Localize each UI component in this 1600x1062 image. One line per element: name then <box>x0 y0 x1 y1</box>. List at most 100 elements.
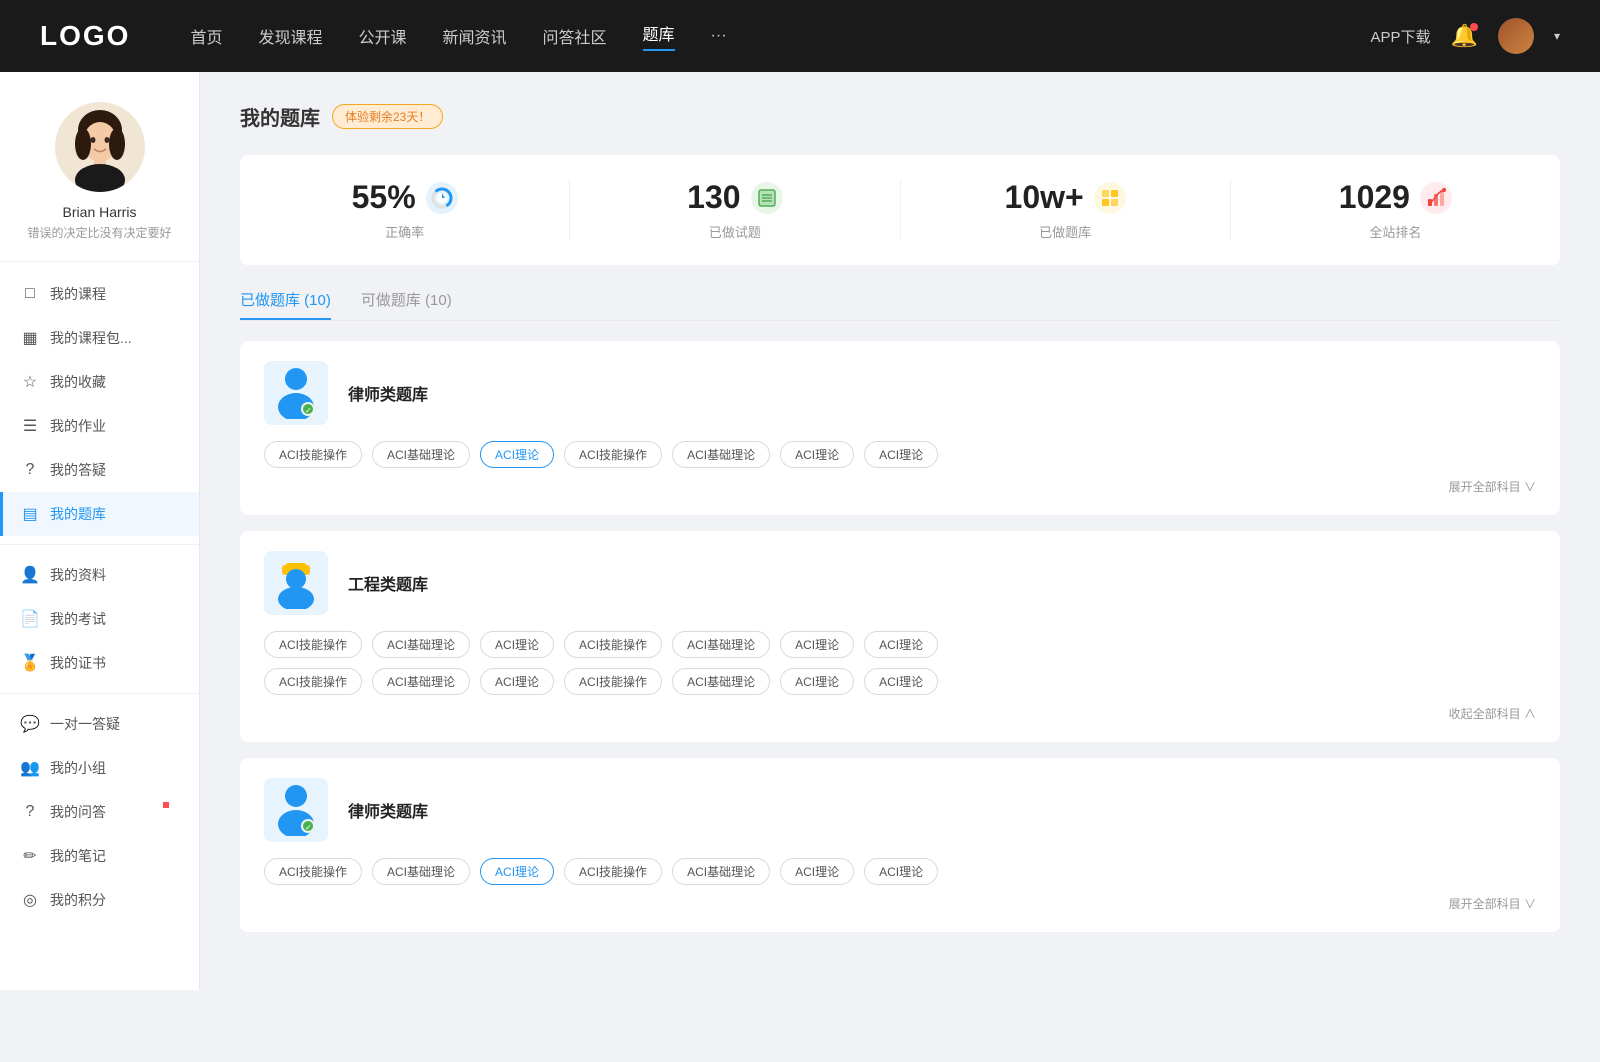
stat-done-questions: 130 已做试题 <box>570 179 900 241</box>
sidebar-item-favorites[interactable]: ☆ 我的收藏 <box>0 360 199 404</box>
tag-3-6[interactable]: ACI理论 <box>864 858 938 885</box>
profile-icon: 👤 <box>20 565 40 585</box>
tag-1-4[interactable]: ACI基础理论 <box>672 441 770 468</box>
tag-2b-5[interactable]: ACI理论 <box>780 668 854 695</box>
nav-home[interactable]: 首页 <box>190 24 222 48</box>
tag-1-2[interactable]: ACI理论 <box>480 441 554 468</box>
sidebar-item-qbank[interactable]: ▤ 我的题库 <box>0 492 199 536</box>
sidebar-item-tutor[interactable]: 💬 一对一答疑 <box>0 702 199 746</box>
pie-chart-icon <box>431 187 453 209</box>
stat-top-banks: 10w+ <box>1005 179 1126 216</box>
exam-icon: 📄 <box>20 609 40 629</box>
sidebar-item-certificate[interactable]: 🏅 我的证书 <box>0 641 199 685</box>
notification-dot <box>1470 23 1478 31</box>
tag-2a-3[interactable]: ACI技能操作 <box>564 631 662 658</box>
list-icon <box>756 187 778 209</box>
avatar[interactable] <box>1498 18 1534 54</box>
stat-top-accuracy: 55% <box>352 179 458 216</box>
nav-more[interactable]: ··· <box>711 27 727 45</box>
qa-icon: ? <box>20 461 40 479</box>
tutor-icon: 💬 <box>20 714 40 734</box>
sidebar-item-notes[interactable]: ✏ 我的笔记 <box>0 834 199 878</box>
stat-rank-label: 全站排名 <box>1369 222 1421 241</box>
chevron-down-icon[interactable]: ▾ <box>1554 29 1560 43</box>
trial-badge: 体验剩余23天！ <box>332 104 443 129</box>
stat-accuracy: 55% 正确率 <box>240 179 570 241</box>
tag-1-1[interactable]: ACI基础理论 <box>372 441 470 468</box>
qbank-card-3: ✓ 律师类题库 ACI技能操作 ACI基础理论 ACI理论 ACI技能操作 AC… <box>240 758 1560 932</box>
qbank-icon: ▤ <box>20 504 40 524</box>
profile-motto: 错误的决定比没有决定要好 <box>17 224 181 241</box>
tag-2b-2[interactable]: ACI理论 <box>480 668 554 695</box>
accuracy-icon <box>426 182 458 214</box>
tag-3-1[interactable]: ACI基础理论 <box>372 858 470 885</box>
svg-text:✓: ✓ <box>305 406 312 415</box>
tag-2b-0[interactable]: ACI技能操作 <box>264 668 362 695</box>
stat-banks-label: 已做题库 <box>1039 222 1091 241</box>
tag-3-5[interactable]: ACI理论 <box>780 858 854 885</box>
tags-row-1: ACI技能操作 ACI基础理论 ACI理论 ACI技能操作 ACI基础理论 AC… <box>264 441 1536 468</box>
stat-done-label: 已做试题 <box>709 222 761 241</box>
sidebar-item-my-questions[interactable]: ? 我的问答 <box>0 790 199 834</box>
nav-news[interactable]: 新闻资讯 <box>443 24 507 48</box>
tag-2a-6[interactable]: ACI理论 <box>864 631 938 658</box>
tag-2b-6[interactable]: ACI理论 <box>864 668 938 695</box>
nav-qa[interactable]: 问答社区 <box>543 24 607 48</box>
tags-row-2a: ACI技能操作 ACI基础理论 ACI理论 ACI技能操作 ACI基础理论 AC… <box>264 631 1536 658</box>
stats-bar: 55% 正确率 130 <box>240 155 1560 265</box>
banks-icon <box>1094 182 1126 214</box>
tag-2a-2[interactable]: ACI理论 <box>480 631 554 658</box>
tab-done[interactable]: 已做题库 (10) <box>240 289 331 320</box>
page-title: 我的题库 <box>240 102 320 131</box>
expand-link-3[interactable]: 展开全部科目 ∨ <box>264 895 1536 912</box>
tag-2b-4[interactable]: ACI基础理论 <box>672 668 770 695</box>
sidebar-item-qa[interactable]: ? 我的答疑 <box>0 448 199 492</box>
points-icon: ◎ <box>20 890 40 910</box>
profile-section: Brian Harris 错误的决定比没有决定要好 <box>0 102 199 262</box>
homework-icon: ☰ <box>20 416 40 436</box>
sidebar-item-exam[interactable]: 📄 我的考试 <box>0 597 199 641</box>
sidebar-item-group[interactable]: 👥 我的小组 <box>0 746 199 790</box>
tag-2b-1[interactable]: ACI基础理论 <box>372 668 470 695</box>
questions-icon: ? <box>20 803 40 821</box>
sidebar: Brian Harris 错误的决定比没有决定要好 □ 我的课程 ▦ 我的课程包… <box>0 72 200 990</box>
tag-2a-0[interactable]: ACI技能操作 <box>264 631 362 658</box>
tag-1-0[interactable]: ACI技能操作 <box>264 441 362 468</box>
stat-done-value: 130 <box>687 179 740 216</box>
tag-3-4[interactable]: ACI基础理论 <box>672 858 770 885</box>
sidebar-item-points[interactable]: ◎ 我的积分 <box>0 878 199 922</box>
bar-chart-icon <box>1425 187 1447 209</box>
stat-rank-value: 1029 <box>1339 179 1410 216</box>
tag-1-5[interactable]: ACI理论 <box>780 441 854 468</box>
tag-3-2[interactable]: ACI理论 <box>480 858 554 885</box>
tag-3-3[interactable]: ACI技能操作 <box>564 858 662 885</box>
tab-available[interactable]: 可做题库 (10) <box>361 289 452 320</box>
tag-2a-1[interactable]: ACI基础理论 <box>372 631 470 658</box>
nav-qbank[interactable]: 题库 <box>643 21 675 51</box>
qbank-header-2: 工程类题库 <box>264 551 1536 615</box>
expand-link-1[interactable]: 展开全部科目 ∨ <box>264 478 1536 495</box>
sidebar-item-my-courses[interactable]: □ 我的课程 <box>0 272 199 316</box>
sidebar-item-homework[interactable]: ☰ 我的作业 <box>0 404 199 448</box>
lawyer-svg-1: ✓ <box>272 367 320 419</box>
notes-icon: ✏ <box>20 846 40 866</box>
notification-bell[interactable]: 🔔 <box>1451 23 1478 49</box>
stat-banks-value: 10w+ <box>1005 179 1084 216</box>
sidebar-item-profile[interactable]: 👤 我的资料 <box>0 553 199 597</box>
collapse-link-2[interactable]: 收起全部科目 ∧ <box>264 705 1536 722</box>
profile-avatar <box>55 102 145 192</box>
tag-1-6[interactable]: ACI理论 <box>864 441 938 468</box>
tag-1-3[interactable]: ACI技能操作 <box>564 441 662 468</box>
app-download-button[interactable]: APP下载 <box>1371 26 1431 47</box>
tag-2a-5[interactable]: ACI理论 <box>780 631 854 658</box>
tabs: 已做题库 (10) 可做题库 (10) <box>240 289 1560 321</box>
nav-open-course[interactable]: 公开课 <box>358 24 406 48</box>
avatar-image <box>1498 18 1534 54</box>
star-icon: ☆ <box>20 372 40 392</box>
nav-discover[interactable]: 发现课程 <box>258 24 322 48</box>
tag-2b-3[interactable]: ACI技能操作 <box>564 668 662 695</box>
tag-2a-4[interactable]: ACI基础理论 <box>672 631 770 658</box>
sidebar-item-course-packages[interactable]: ▦ 我的课程包... <box>0 316 199 360</box>
tag-3-0[interactable]: ACI技能操作 <box>264 858 362 885</box>
navbar: LOGO 首页 发现课程 公开课 新闻资讯 问答社区 题库 ··· APP下载 … <box>0 0 1600 72</box>
